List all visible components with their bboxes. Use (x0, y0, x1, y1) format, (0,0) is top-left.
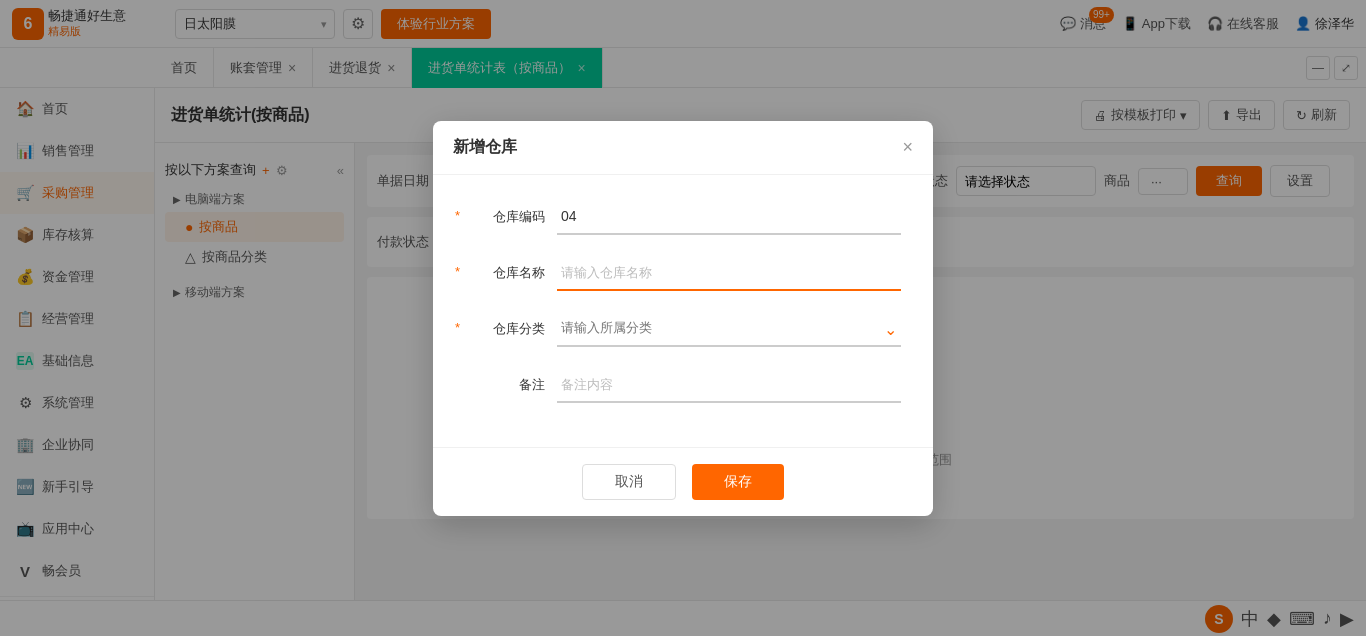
form-row-name: 仓库名称 (465, 255, 901, 291)
category-select-wrap: ⌄ (557, 311, 901, 347)
category-input[interactable] (557, 311, 901, 347)
category-label: 仓库分类 (465, 320, 545, 338)
modal-close-button[interactable]: × (902, 137, 913, 158)
cancel-button[interactable]: 取消 (582, 464, 676, 500)
modal-title: 新增仓库 (453, 137, 517, 158)
form-row-category: 仓库分类 ⌄ (465, 311, 901, 347)
save-button[interactable]: 保存 (692, 464, 784, 500)
form-row-code: 仓库编码 (465, 199, 901, 235)
remark-input[interactable] (557, 367, 901, 403)
new-warehouse-modal: 新增仓库 × 仓库编码 仓库名称 仓库分类 ⌄ (433, 121, 933, 516)
form-row-remark: 备注 (465, 367, 901, 403)
modal-header: 新增仓库 × (433, 121, 933, 175)
code-label: 仓库编码 (465, 208, 545, 226)
name-input[interactable] (557, 255, 901, 291)
remark-label: 备注 (465, 376, 545, 394)
modal-footer: 取消 保存 (433, 447, 933, 516)
name-label: 仓库名称 (465, 264, 545, 282)
code-input[interactable] (557, 199, 901, 235)
modal-body: 仓库编码 仓库名称 仓库分类 ⌄ 备注 (433, 175, 933, 447)
modal-overlay[interactable]: 新增仓库 × 仓库编码 仓库名称 仓库分类 ⌄ (0, 0, 1366, 636)
